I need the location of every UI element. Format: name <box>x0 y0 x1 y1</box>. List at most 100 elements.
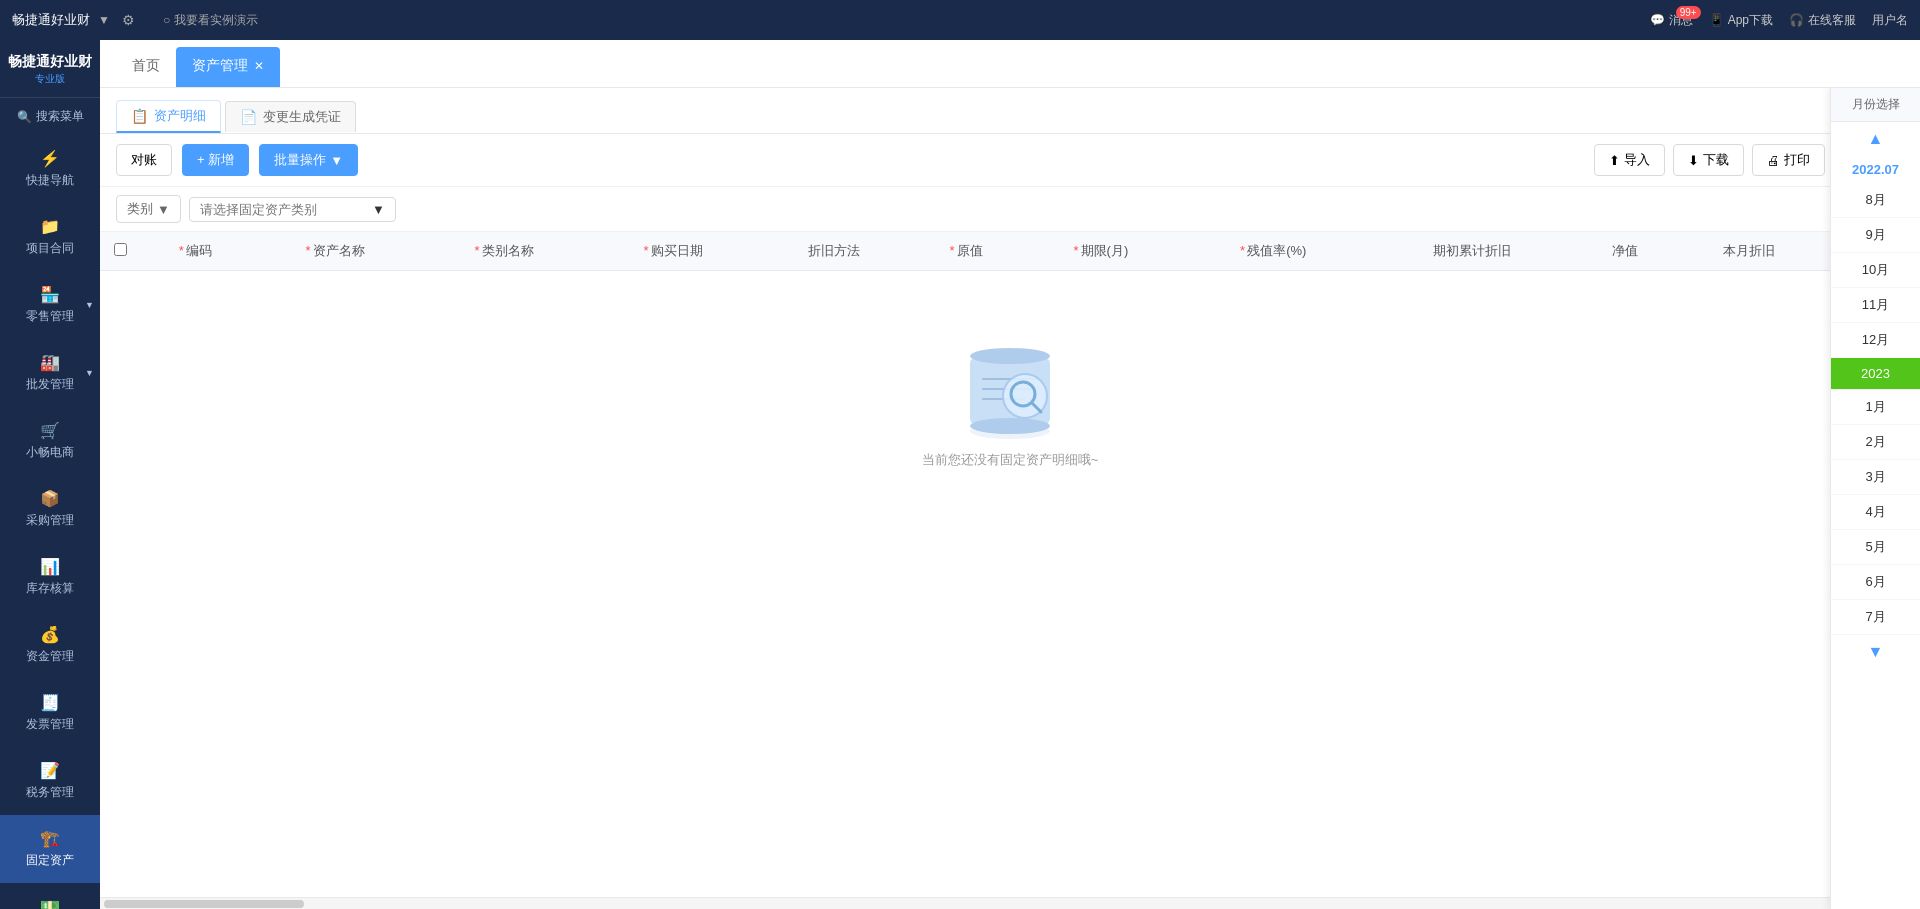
settings-icon[interactable]: ⚙ <box>122 12 135 28</box>
company-dropdown-arrow[interactable]: ▼ <box>98 13 110 27</box>
month-item-nov[interactable]: 11月 <box>1831 288 1920 323</box>
col-original-value: *原值 <box>911 232 1021 271</box>
col-name: *资产名称 <box>250 232 419 271</box>
col-accumulated: 期初累计折旧 <box>1366 232 1578 271</box>
app-download-btn[interactable]: 📱 App下载 <box>1709 12 1773 29</box>
sidebar-item-quick-nav[interactable]: ⚡ 快捷导航 <box>0 135 100 203</box>
scroll-thumb[interactable] <box>104 900 304 908</box>
select-all-checkbox[interactable] <box>114 243 127 256</box>
print-icon: 🖨 <box>1767 153 1780 168</box>
chevron-down-icon-2: ▼ <box>85 368 94 378</box>
col-code: *编码 <box>140 232 250 271</box>
page-content: 📋 资产明细 📄 变更生成凭证 对账 + 新增 <box>100 88 1920 909</box>
month-item-feb[interactable]: 2月 <box>1831 425 1920 460</box>
message-icon: 💬 <box>1650 13 1665 27</box>
table-body: 当前您还没有固定资产明细哦~ <box>100 271 1920 530</box>
month-item-dec[interactable]: 12月 <box>1831 323 1920 358</box>
add-button[interactable]: + 新增 <box>182 144 249 176</box>
sidebar-item-salary[interactable]: 💵 工资 <box>0 883 100 909</box>
print-button[interactable]: 🖨 打印 <box>1752 144 1825 176</box>
import-icon: ⬆ <box>1609 153 1620 168</box>
company-name[interactable]: 畅捷通好业财 <box>12 11 90 29</box>
demo-link[interactable]: ○ 我要看实例演示 <box>163 12 258 29</box>
filter-arrow-icon: ▼ <box>157 202 170 217</box>
col-select-all[interactable] <box>100 232 140 271</box>
month-nav-bottom: ▼ <box>1831 635 1920 669</box>
month-up-btn[interactable]: ▲ <box>1860 126 1892 152</box>
table-wrap: *编码 *资产名称 *类别名称 *购买日期 折旧方法 *原值 *期限(月) *残… <box>100 232 1920 897</box>
sub-tab-voucher[interactable]: 📄 变更生成凭证 <box>225 101 356 132</box>
app-edition: 专业版 <box>35 72 65 85</box>
chevron-down-icon: ▼ <box>85 300 94 310</box>
col-residual-rate: *残值率(%) <box>1181 232 1366 271</box>
message-btn[interactable]: 💬 消息 99+ <box>1650 12 1693 29</box>
batch-arrow-icon: ▼ <box>330 153 343 168</box>
ecommerce-icon: 🛒 <box>40 421 60 440</box>
sidebar-item-fixed-assets[interactable]: 🏗️ 固定资产 <box>0 815 100 883</box>
sidebar-item-ecommerce[interactable]: 🛒 小畅电商 <box>0 407 100 475</box>
sidebar-item-wholesale[interactable]: 🏭 批发管理 ▼ <box>0 339 100 407</box>
sidebar-item-project[interactable]: 📁 项目合同 <box>0 203 100 271</box>
month-item-jan[interactable]: 1月 <box>1831 390 1920 425</box>
message-badge: 99+ <box>1676 6 1701 19</box>
content-area: 首页 资产管理 ✕ 📋 资产明细 📄 变更生成凭证 <box>100 40 1920 909</box>
tab-home[interactable]: 首页 <box>116 47 176 87</box>
download-button[interactable]: ⬇ 下载 <box>1673 144 1744 176</box>
import-button[interactable]: ⬆ 导入 <box>1594 144 1665 176</box>
fixed-assets-icon: 🏗️ <box>40 829 60 848</box>
sidebar-item-invoice[interactable]: 🧾 发票管理 <box>0 679 100 747</box>
toolbar: 对账 + 新增 批量操作 ▼ ⬆ 导入 <box>100 134 1920 187</box>
month-down-btn[interactable]: ▼ <box>1860 639 1892 665</box>
empty-illustration <box>945 331 1075 451</box>
month-item-oct[interactable]: 10月 <box>1831 253 1920 288</box>
sidebar-search[interactable]: 🔍 搜索菜单 <box>0 98 100 135</box>
filter-row: 类别 ▼ ▼ <box>100 187 1920 232</box>
month-item-jun[interactable]: 6月 <box>1831 565 1920 600</box>
top-bar-left: 畅捷通好业财 ▼ ⚙ ○ 我要看实例演示 <box>12 11 1650 29</box>
tab-close-icon[interactable]: ✕ <box>254 59 264 73</box>
app-name: 畅捷通好业财 <box>8 52 92 70</box>
sidebar-item-funds[interactable]: 💰 资金管理 <box>0 611 100 679</box>
quick-nav-icon: ⚡ <box>40 149 60 168</box>
month-item-aug[interactable]: 8月 <box>1831 183 1920 218</box>
reconcile-button[interactable]: 对账 <box>116 144 172 176</box>
sidebar-item-purchase[interactable]: 📦 采购管理 <box>0 475 100 543</box>
top-bar: 畅捷通好业财 ▼ ⚙ ○ 我要看实例演示 💬 消息 99+ 📱 App下载 🎧 … <box>0 0 1920 40</box>
category-filter-select[interactable]: 类别 ▼ <box>116 195 181 223</box>
detail-tab-icon: 📋 <box>131 108 148 124</box>
category-input[interactable] <box>200 202 368 217</box>
batch-button[interactable]: 批量操作 ▼ <box>259 144 358 176</box>
horizontal-scrollbar[interactable] <box>100 897 1920 909</box>
wholesale-icon: 🏭 <box>40 353 60 372</box>
search-icon: 🔍 <box>17 110 32 124</box>
tab-bar: 首页 资产管理 ✕ <box>100 40 1920 88</box>
category-input-wrap[interactable]: ▼ <box>189 197 396 222</box>
user-name[interactable]: 用户名 <box>1872 12 1908 29</box>
month-item-jul[interactable]: 7月 <box>1831 600 1920 635</box>
project-icon: 📁 <box>40 217 60 236</box>
empty-message: 当前您还没有固定资产明细哦~ <box>922 451 1099 469</box>
month-item-may[interactable]: 5月 <box>1831 530 1920 565</box>
sidebar-logo: 畅捷通好业财 专业版 <box>0 40 100 98</box>
table-header: *编码 *资产名称 *类别名称 *购买日期 折旧方法 *原值 *期限(月) *残… <box>100 232 1920 271</box>
month-year-2022[interactable]: 2022.07 <box>1831 156 1920 183</box>
sub-tab-detail[interactable]: 📋 资产明细 <box>116 100 221 133</box>
retail-icon: 🏪 <box>40 285 60 304</box>
col-category: *类别名称 <box>420 232 589 271</box>
month-year-badge[interactable]: 2023 <box>1831 358 1920 390</box>
tab-assets[interactable]: 资产管理 ✕ <box>176 47 280 87</box>
sidebar-item-tax[interactable]: 📝 税务管理 <box>0 747 100 815</box>
voucher-tab-icon: 📄 <box>240 109 257 125</box>
tax-icon: 📝 <box>40 761 60 780</box>
empty-state: 当前您还没有固定资产明细哦~ <box>100 271 1920 529</box>
month-item-mar[interactable]: 3月 <box>1831 460 1920 495</box>
sidebar: 畅捷通好业财 专业版 🔍 搜索菜单 ⚡ 快捷导航 📁 项目合同 🏪 零售管理 ▼… <box>0 40 100 909</box>
sidebar-item-retail[interactable]: 🏪 零售管理 ▼ <box>0 271 100 339</box>
month-item-sep[interactable]: 9月 <box>1831 218 1920 253</box>
top-bar-right: 💬 消息 99+ 📱 App下载 🎧 在线客服 用户名 <box>1650 12 1908 29</box>
online-service-btn[interactable]: 🎧 在线客服 <box>1789 12 1856 29</box>
sidebar-item-inventory[interactable]: 📊 库存核算 <box>0 543 100 611</box>
col-net-value: 净值 <box>1578 232 1673 271</box>
month-item-apr[interactable]: 4月 <box>1831 495 1920 530</box>
month-panel-header: 月份选择 <box>1831 88 1920 122</box>
